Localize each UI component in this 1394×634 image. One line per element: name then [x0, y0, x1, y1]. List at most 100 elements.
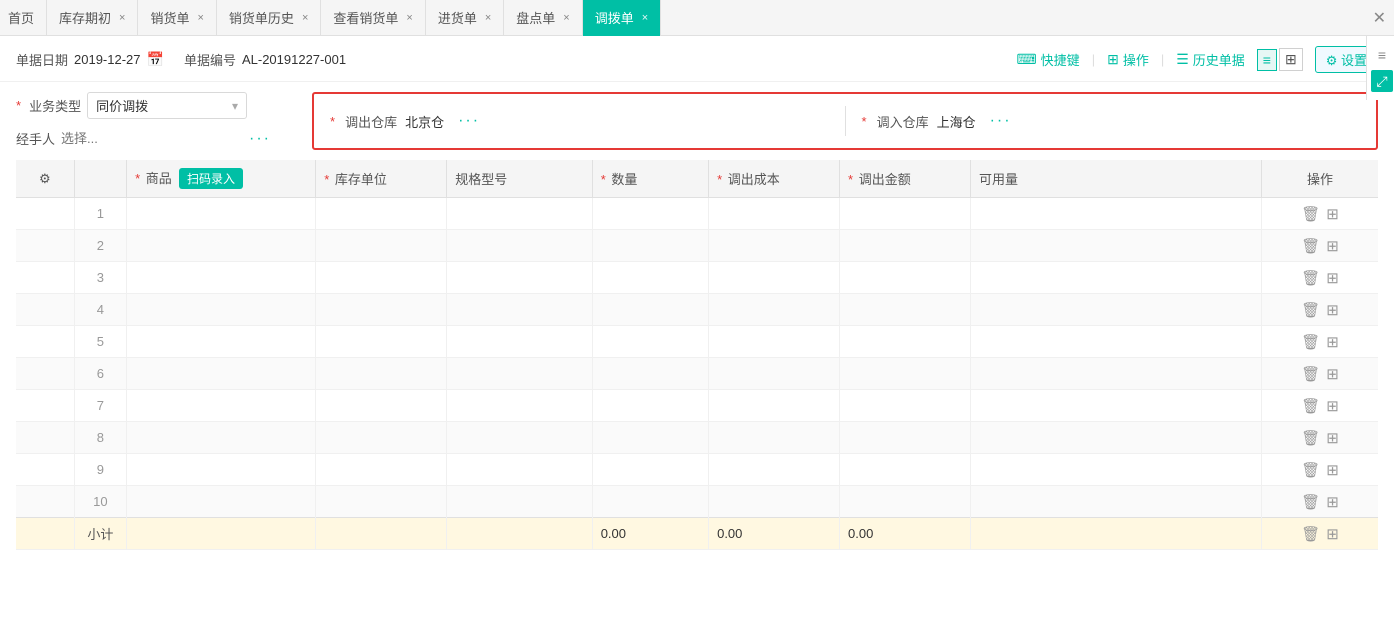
row-qty[interactable] — [592, 294, 708, 326]
tab-inventory-init[interactable]: 库存期初 × — [47, 0, 138, 36]
row-qty[interactable] — [592, 454, 708, 486]
row-avail[interactable] — [971, 422, 1262, 454]
row-amount[interactable] — [840, 198, 971, 230]
row-product[interactable] — [127, 230, 316, 262]
row-spec[interactable] — [447, 294, 593, 326]
row-spec[interactable] — [447, 198, 593, 230]
row-product[interactable] — [127, 486, 316, 518]
copy-row-icon[interactable]: ⊞ — [1326, 365, 1339, 383]
delete-row-icon[interactable]: 🗑 — [1301, 365, 1320, 383]
row-qty[interactable] — [592, 262, 708, 294]
row-product[interactable] — [127, 358, 316, 390]
row-unit[interactable] — [316, 358, 447, 390]
copy-row-icon[interactable]: ⊞ — [1326, 301, 1339, 319]
row-product[interactable] — [127, 454, 316, 486]
delete-row-icon[interactable]: 🗑 — [1301, 461, 1320, 479]
row-avail[interactable] — [971, 454, 1262, 486]
tab-inventory-check-close[interactable]: × — [563, 12, 569, 24]
copy-row-icon[interactable]: ⊞ — [1326, 333, 1339, 351]
tab-sales-history-close[interactable]: × — [302, 12, 308, 24]
delete-row-icon[interactable]: 🗑 — [1301, 493, 1320, 511]
row-avail[interactable] — [971, 390, 1262, 422]
tab-inventory-check[interactable]: 盘点单 × — [504, 0, 582, 36]
row-product[interactable] — [127, 262, 316, 294]
sidebar-list-icon[interactable]: ≡ — [1371, 44, 1393, 66]
row-cost[interactable] — [709, 486, 840, 518]
row-spec[interactable] — [447, 262, 593, 294]
copy-row-icon[interactable]: ⊞ — [1326, 397, 1339, 415]
tab-sales-order-close[interactable]: × — [197, 12, 203, 24]
tab-transfer[interactable]: 调拨单 × — [583, 0, 661, 36]
row-amount[interactable] — [840, 294, 971, 326]
row-avail[interactable] — [971, 230, 1262, 262]
row-spec[interactable] — [447, 486, 593, 518]
tab-close-all-button[interactable]: ✕ — [1373, 8, 1386, 28]
row-unit[interactable] — [316, 230, 447, 262]
row-qty[interactable] — [592, 422, 708, 454]
row-avail[interactable] — [971, 326, 1262, 358]
copy-icon[interactable]: ⊞ — [1326, 525, 1339, 543]
row-spec[interactable] — [447, 358, 593, 390]
row-avail[interactable] — [971, 198, 1262, 230]
row-amount[interactable] — [840, 486, 971, 518]
row-amount[interactable] — [840, 326, 971, 358]
row-qty[interactable] — [592, 198, 708, 230]
row-unit[interactable] — [316, 390, 447, 422]
operations-button[interactable]: ⊞ 操作 — [1107, 50, 1149, 69]
copy-row-icon[interactable]: ⊞ — [1326, 269, 1339, 287]
copy-row-icon[interactable]: ⊞ — [1326, 205, 1339, 223]
copy-row-icon[interactable]: ⊞ — [1326, 461, 1339, 479]
tab-sales-order[interactable]: 销货单 × — [138, 0, 216, 36]
row-spec[interactable] — [447, 230, 593, 262]
delete-row-icon[interactable]: 🗑 — [1301, 301, 1320, 319]
row-qty[interactable] — [592, 358, 708, 390]
row-cost[interactable] — [709, 422, 840, 454]
delete-row-icon[interactable]: 🗑 — [1301, 333, 1320, 351]
row-cost[interactable] — [709, 390, 840, 422]
delete-row-icon[interactable]: 🗑 — [1301, 429, 1320, 447]
row-product[interactable] — [127, 422, 316, 454]
person-more-button[interactable]: ··· — [243, 130, 277, 148]
scan-button[interactable]: 扫码录入 — [179, 168, 243, 189]
row-unit[interactable] — [316, 198, 447, 230]
in-warehouse-more-button[interactable]: ··· — [984, 112, 1018, 130]
row-qty[interactable] — [592, 230, 708, 262]
delete-row-icon[interactable]: 🗑 — [1301, 397, 1320, 415]
shortcuts-button[interactable]: ⌨ 快捷键 — [1016, 50, 1079, 69]
delete-row-icon[interactable]: 🗑 — [1301, 205, 1320, 223]
row-qty[interactable] — [592, 486, 708, 518]
row-spec[interactable] — [447, 454, 593, 486]
row-amount[interactable] — [840, 454, 971, 486]
tab-view-sales-close[interactable]: × — [406, 12, 412, 24]
row-product[interactable] — [127, 294, 316, 326]
row-spec[interactable] — [447, 390, 593, 422]
row-unit[interactable] — [316, 486, 447, 518]
row-cost[interactable] — [709, 198, 840, 230]
tab-purchase[interactable]: 进货单 × — [426, 0, 504, 36]
row-amount[interactable] — [840, 358, 971, 390]
business-type-select[interactable]: 同价调拨 ▾ — [87, 92, 247, 119]
tab-sales-history[interactable]: 销货单历史 × — [217, 0, 321, 36]
copy-row-icon[interactable]: ⊞ — [1326, 237, 1339, 255]
calendar-icon[interactable]: 📅 — [147, 51, 164, 68]
row-cost[interactable] — [709, 230, 840, 262]
row-amount[interactable] — [840, 262, 971, 294]
row-cost[interactable] — [709, 294, 840, 326]
row-avail[interactable] — [971, 294, 1262, 326]
row-product[interactable] — [127, 326, 316, 358]
gear-icon[interactable]: ⚙ — [39, 171, 51, 186]
copy-row-icon[interactable]: ⊞ — [1326, 493, 1339, 511]
delete-row-icon[interactable]: 🗑 — [1301, 237, 1320, 255]
sidebar-expand-icon[interactable]: ⤢ — [1371, 70, 1393, 92]
row-cost[interactable] — [709, 326, 840, 358]
row-cost[interactable] — [709, 454, 840, 486]
copy-row-icon[interactable]: ⊞ — [1326, 429, 1339, 447]
row-qty[interactable] — [592, 326, 708, 358]
row-unit[interactable] — [316, 262, 447, 294]
row-avail[interactable] — [971, 262, 1262, 294]
row-unit[interactable] — [316, 326, 447, 358]
row-unit[interactable] — [316, 454, 447, 486]
row-unit[interactable] — [316, 294, 447, 326]
person-input[interactable] — [61, 131, 237, 146]
row-cost[interactable] — [709, 262, 840, 294]
